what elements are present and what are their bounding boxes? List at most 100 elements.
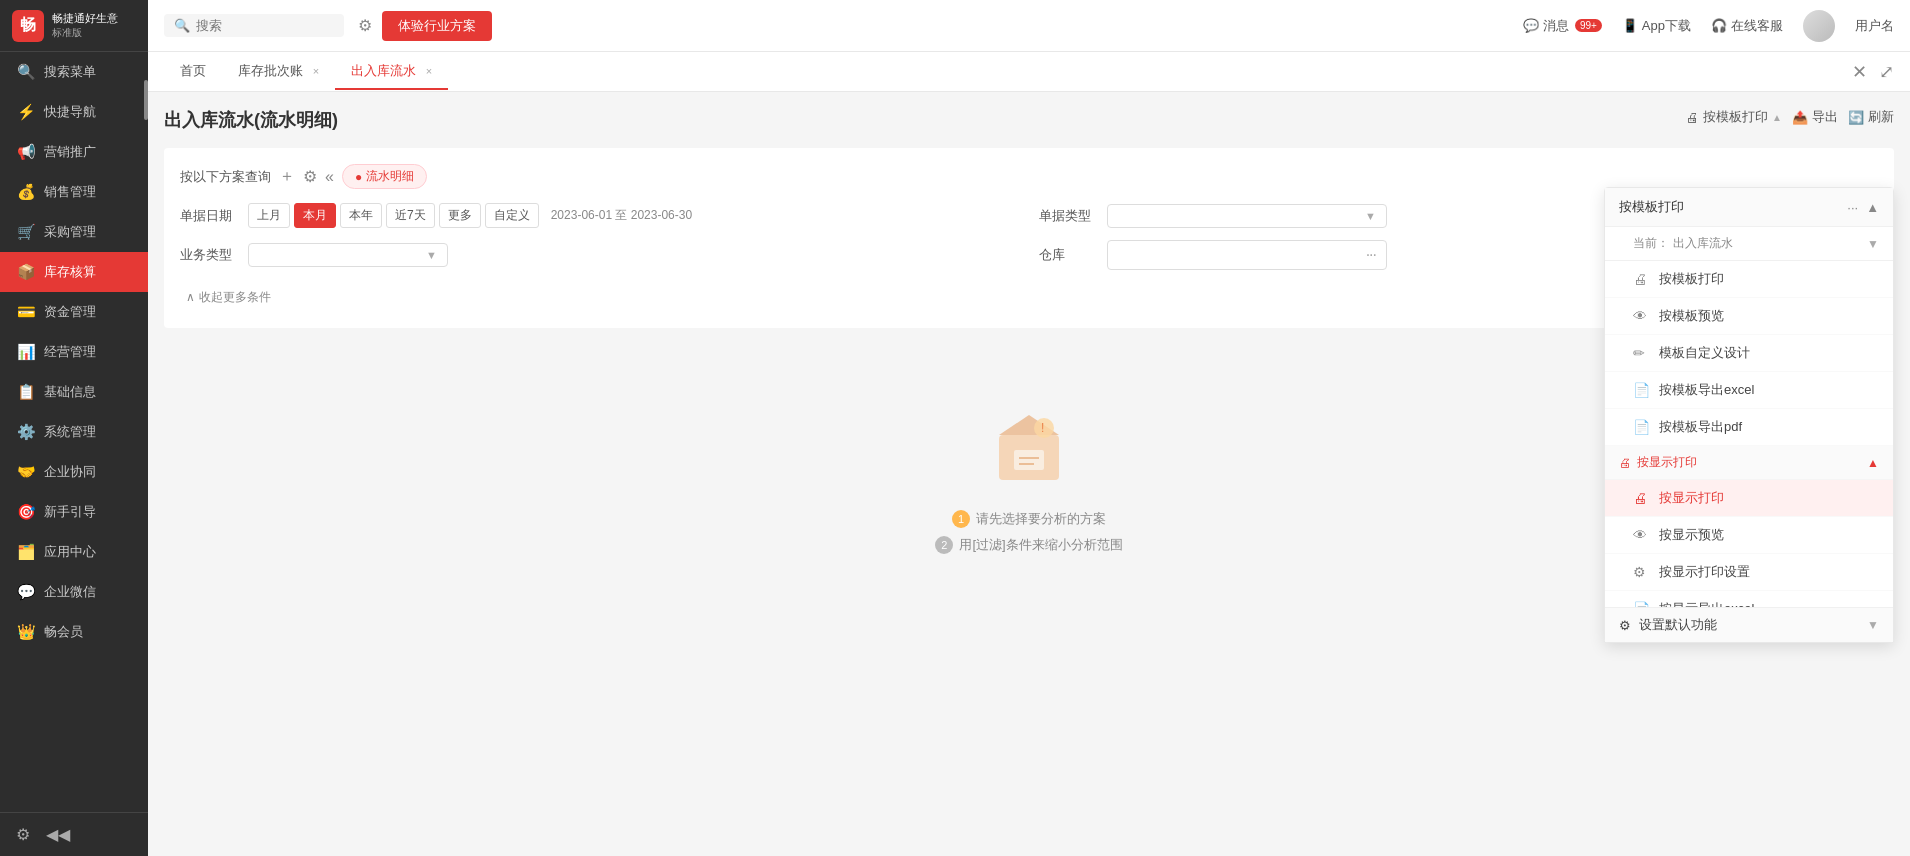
sidebar-item-weixin[interactable]: 💬 企业微信 [0,572,148,612]
app-download-button[interactable]: 📱 App下载 [1622,17,1691,35]
export-button[interactable]: 📤 导出 [1792,108,1838,126]
date-this-year[interactable]: 本年 [340,203,382,228]
dropdown-item-template-pdf[interactable]: 📄 按模板导出pdf [1605,409,1893,446]
dropdown-item-display-excel[interactable]: 📄 按显示导出excel [1605,591,1893,607]
filter-tag-icon: ● [355,170,362,184]
print-label: 按模板打印 [1703,108,1768,126]
filter-collapse-icon[interactable]: « [325,168,334,186]
dropdown-item-template-custom[interactable]: ✏ 模板自定义设计 [1605,335,1893,372]
excel-icon2: 📄 [1633,601,1651,607]
dropdown-item-template-excel[interactable]: 📄 按模板导出excel [1605,372,1893,409]
sidebar-item-label: 搜索菜单 [44,63,96,81]
active-filter-tag[interactable]: ● 流水明细 [342,164,427,189]
tab-flow[interactable]: 出入库流水 × [335,54,448,90]
trial-button[interactable]: 体验行业方案 [382,11,492,41]
dropdown-item-display-settings[interactable]: ⚙ 按显示打印设置 [1605,554,1893,591]
message-label: 消息 [1543,17,1569,35]
page-toolbar: 🖨 按模板打印 ▲ 📤 导出 🔄 刷新 [1686,108,1894,126]
more-dots-icon[interactable]: ··· [1847,200,1858,215]
sidebar-item-label: 企业协同 [44,463,96,481]
sidebar-bottom: ⚙ ◀◀ [0,812,148,856]
sidebar-item-finance[interactable]: 💳 资金管理 [0,292,148,332]
sidebar-item-marketing[interactable]: 📢 营销推广 [0,132,148,172]
search-icon: 🔍 [16,63,36,81]
biztype-select[interactable]: ▼ [248,243,448,267]
empty-tip-1: 1 请先选择要分析的方案 [952,510,1106,528]
tip-text-2: 用[过滤]条件来缩小分析范围 [959,536,1122,554]
sidebar-item-search[interactable]: 🔍 搜索菜单 [0,52,148,92]
sidebar-item-label: 基础信息 [44,383,96,401]
topbar-right: 💬 消息 99+ 📱 App下载 🎧 在线客服 用户名 [1523,10,1894,42]
filter-add-icon[interactable]: ＋ [279,166,295,187]
search-icon: 🔍 [174,18,190,33]
sidebar-item-label: 畅会员 [44,623,83,641]
doctype-select[interactable]: ▼ [1107,204,1387,228]
warehouse-select[interactable]: ··· [1107,240,1387,270]
date-label: 单据日期 [180,207,240,225]
date-7days[interactable]: 近7天 [386,203,435,228]
sidebar-item-collab[interactable]: 🤝 企业协同 [0,452,148,492]
headset-icon: 🎧 [1711,18,1727,33]
tab-batch-close[interactable]: × [313,65,319,77]
settings-bottom-icon[interactable]: ⚙ [16,825,30,844]
collapse-button[interactable]: ∧ 收起更多条件 [180,282,277,312]
sidebar-item-label: 系统管理 [44,423,96,441]
sidebar-item-appstore[interactable]: 🗂️ 应用中心 [0,532,148,572]
date-custom[interactable]: 自定义 [485,203,539,228]
sidebar-item-label: 应用中心 [44,543,96,561]
filter-setting-icon[interactable]: ⚙ [303,167,317,186]
display-section-label: 按显示打印 [1637,454,1697,471]
chevron-up-icon3[interactable]: ▲ [1866,200,1879,215]
item-label: 按显示导出excel [1659,600,1754,607]
sidebar-item-sales[interactable]: 💰 销售管理 [0,172,148,212]
tab-close-btn[interactable]: ✕ [1852,61,1867,83]
date-this-month[interactable]: 本月 [294,203,336,228]
collapse-label: 收起更多条件 [199,289,271,306]
sidebar-item-guide[interactable]: 🎯 新手引导 [0,492,148,532]
export-icon: 📤 [1792,110,1808,125]
dropdown-footer[interactable]: ⚙ 设置默认功能 ▼ [1605,607,1893,642]
user-avatar[interactable] [1803,10,1835,42]
print-template-button[interactable]: 🖨 按模板打印 ▲ [1686,108,1782,126]
sidebar-item-member[interactable]: 👑 畅会员 [0,612,148,652]
refresh-button[interactable]: 🔄 刷新 [1848,108,1894,126]
dropdown-item-template-preview[interactable]: 👁 按模板预览 [1605,298,1893,335]
refresh-icon: 🔄 [1848,110,1864,125]
tab-expand-btn[interactable]: ⤢ [1879,61,1894,83]
search-input[interactable] [196,18,316,33]
date-last-month[interactable]: 上月 [248,203,290,228]
section-chevron-up: ▲ [1867,456,1879,470]
dropdown-item-template-print[interactable]: 🖨 按模板打印 [1605,261,1893,298]
dropdown-item-display-print[interactable]: 🖨 按显示打印 [1605,480,1893,517]
chevron-up-icon: ▲ [1772,112,1782,123]
sidebar-item-purchase[interactable]: 🛒 采购管理 [0,212,148,252]
appstore-icon: 🗂️ [16,543,36,561]
guide-icon: 🎯 [16,503,36,521]
dropdown-item-display-preview[interactable]: 👁 按显示预览 [1605,517,1893,554]
collab-icon: 🤝 [16,463,36,481]
empty-illustration: ! [984,400,1074,490]
tab-home[interactable]: 首页 [164,54,222,90]
message-button[interactable]: 💬 消息 99+ [1523,17,1602,35]
tab-batch[interactable]: 库存批次账 × [222,54,335,90]
excel-icon: 📄 [1633,382,1651,398]
sidebar-item-quick-nav[interactable]: ⚡ 快捷导航 [0,92,148,132]
sidebar-item-system[interactable]: ⚙️ 系统管理 [0,412,148,452]
gear-icon[interactable]: ⚙ [358,16,372,35]
dropdown-header-icons: ··· ▲ [1847,200,1879,215]
topbar: 🔍 ⚙ 体验行业方案 💬 消息 99+ 📱 App下载 🎧 在线客服 用户名 [148,0,1910,52]
tab-flow-close[interactable]: × [426,65,432,77]
sidebar-item-label: 新手引导 [44,503,96,521]
sidebar-item-inventory[interactable]: 📦 库存核算 [0,252,148,292]
item-label: 按显示预览 [1659,526,1724,544]
sidebar-item-basic[interactable]: 📋 基础信息 [0,372,148,412]
biztype-filter-group: 业务类型 ▼ [180,243,1019,267]
collapse-sidebar-icon[interactable]: ◀◀ [46,825,70,844]
sidebar-item-ops[interactable]: 📊 经营管理 [0,332,148,372]
svg-rect-2 [1014,450,1044,470]
print-icon: 🖨 [1686,110,1699,125]
topbar-search-box[interactable]: 🔍 [164,14,344,37]
item-label: 按模板导出pdf [1659,418,1742,436]
date-more[interactable]: 更多 [439,203,481,228]
service-button[interactable]: 🎧 在线客服 [1711,17,1783,35]
